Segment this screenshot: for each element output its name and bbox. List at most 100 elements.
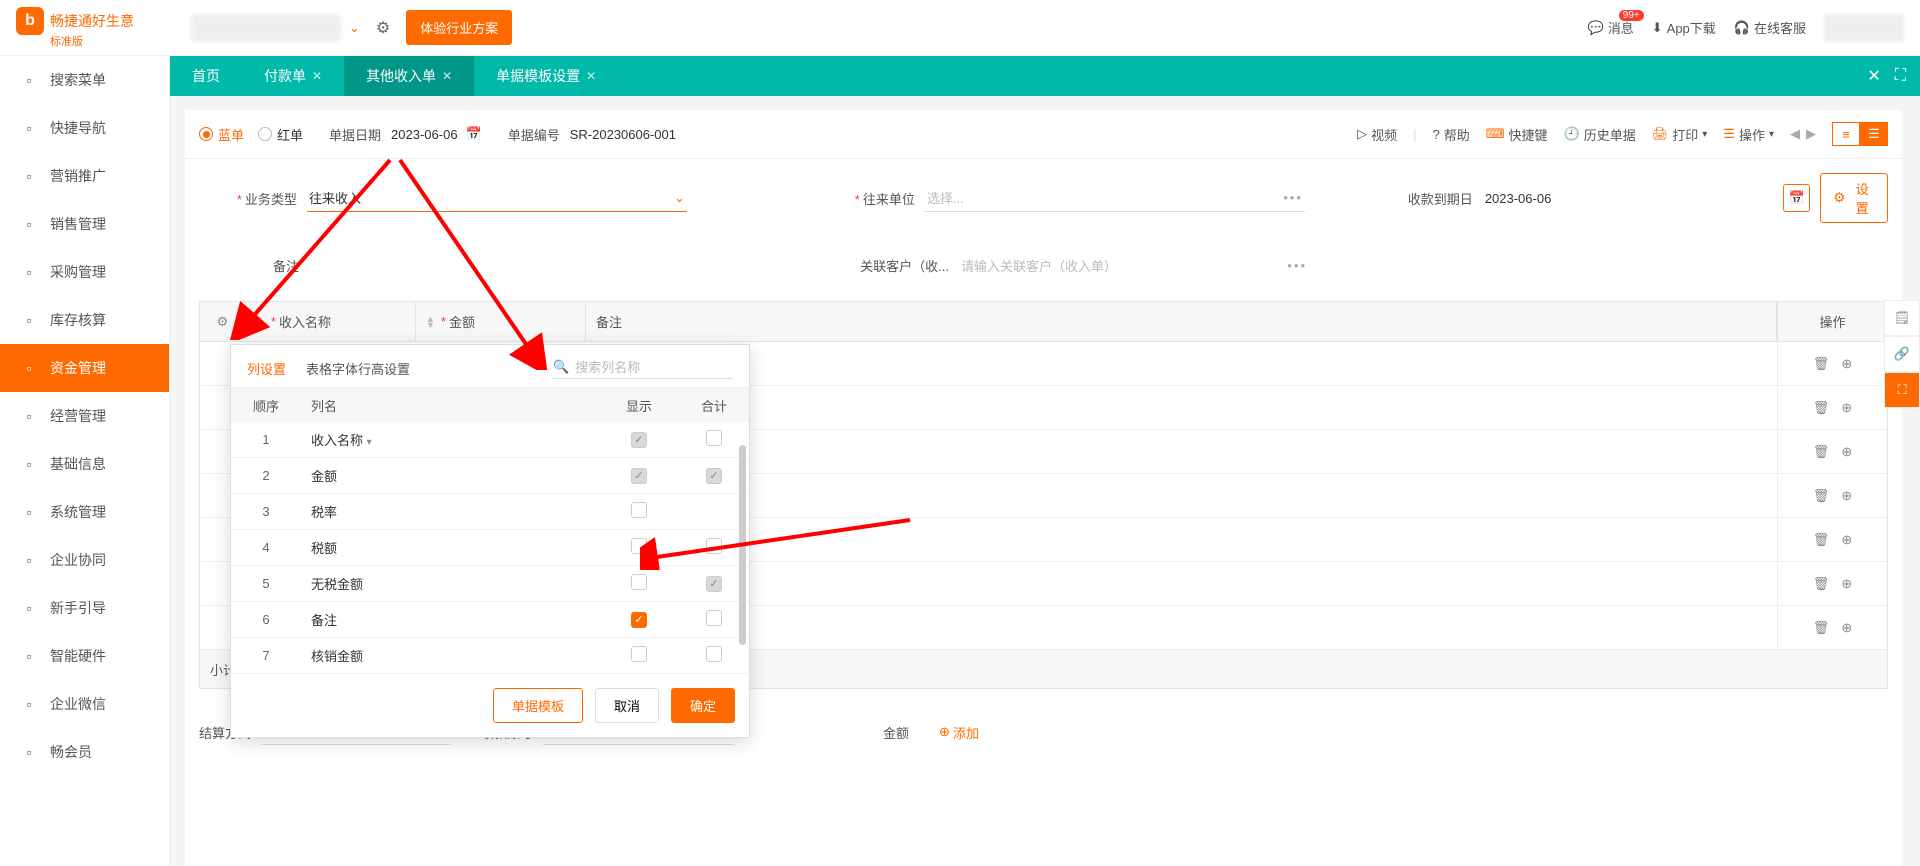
row-sum-checkbox[interactable] [679,646,749,665]
cancel-button[interactable]: 取消 [595,688,659,723]
sidebar-item-hardware[interactable]: ▫智能硬件 [0,632,169,680]
bill-date-value[interactable]: 2023-06-06 [391,127,458,142]
column-row[interactable]: 4 税额 [231,530,749,566]
row-show-checkbox[interactable] [599,574,679,593]
note-icon[interactable]: 🗒 [1884,300,1920,336]
party-select[interactable]: 选择... ••• [925,184,1305,212]
sidebar-item-guide[interactable]: ▫新手引导 [0,584,169,632]
grid-gear-button[interactable]: ⚙ [200,302,246,341]
sidebar-item-info[interactable]: ▫基础信息 [0,440,169,488]
chevron-down-icon[interactable]: ⌄ [349,20,360,36]
template-button[interactable]: 单据模板 [493,688,583,723]
col-income-name[interactable]: ▲▼*收入名称 [246,302,416,341]
ok-button[interactable]: 确定 [671,688,735,723]
settings-button[interactable]: ⚙设置 [1820,173,1888,223]
history-link[interactable]: 🕘历史单据 [1564,125,1636,144]
tab[interactable]: 单据模板设置✕ [474,56,618,96]
tab[interactable]: 首页 [170,56,242,96]
user-avatar[interactable] [1824,14,1904,42]
popup-scrollbar[interactable] [739,445,746,645]
sidebar-item-system[interactable]: ▫系统管理 [0,488,169,536]
experience-button[interactable]: 体验行业方案 [406,10,512,45]
view-detail[interactable]: ☰ [1860,122,1888,146]
column-row[interactable]: 1 收入名称 ▾ ✓ [231,422,749,458]
add-row-icon[interactable]: ⊕ [1841,488,1852,504]
view-list[interactable]: ≡ [1832,122,1860,146]
delete-icon[interactable]: 🗑 [1813,488,1830,504]
close-icon[interactable]: ✕ [442,69,452,83]
column-row[interactable]: 2 金额 ✓ ✓ [231,458,749,494]
sidebar-item-home[interactable]: ▫快捷导航 [0,104,169,152]
delete-icon[interactable]: 🗑 [1813,400,1830,416]
row-show-checkbox[interactable]: ✓ [599,467,679,484]
delete-icon[interactable]: 🗑 [1813,356,1830,372]
add-payment-button[interactable]: ⊕添加 [939,723,979,742]
next-icon[interactable]: ▶ [1806,126,1816,142]
expand-icon[interactable]: ⛶ [1884,372,1920,408]
prev-icon[interactable]: ◀ [1790,126,1800,142]
message-link[interactable]: 💬 消息 99+ [1588,18,1634,37]
link-icon[interactable]: 🔗 [1884,336,1920,372]
print-link[interactable]: 🖨打印▾ [1652,125,1708,144]
add-row-icon[interactable]: ⊕ [1841,356,1852,372]
shortcut-link[interactable]: ⌨快捷键 [1486,125,1548,144]
row-show-checkbox[interactable]: ✓ [599,431,679,448]
sidebar-item-member[interactable]: ▫畅会员 [0,728,169,776]
add-row-icon[interactable]: ⊕ [1841,576,1852,592]
radio-red[interactable]: 红单 [258,125,303,144]
calendar-button[interactable]: 📅 [1783,184,1810,212]
chevron-down-icon[interactable]: ▾ [367,437,372,448]
sidebar-item-search[interactable]: ▫搜索菜单 [0,56,169,104]
row-show-checkbox[interactable] [599,646,679,665]
sidebar-item-money[interactable]: ▫资金管理 [0,344,169,392]
sidebar-item-gift[interactable]: ▫营销推广 [0,152,169,200]
guide-icon: ▫ [20,599,38,617]
column-row[interactable]: 7 核销金额 [231,638,749,674]
add-row-icon[interactable]: ⊕ [1841,532,1852,548]
row-show-checkbox[interactable] [599,502,679,521]
operate-link[interactable]: ☰操作▾ [1723,125,1774,144]
column-search-input[interactable]: 🔍 搜索列名称 [553,357,733,379]
sidebar-item-manage[interactable]: ▫经营管理 [0,392,169,440]
biz-type-select[interactable]: 往来收入 ⌄ [307,184,687,212]
delete-icon[interactable]: 🗑 [1813,532,1830,548]
fullscreen-icon[interactable]: ⛶ [1895,67,1906,85]
column-row[interactable]: 3 税率 [231,494,749,530]
radio-blue[interactable]: 蓝单 [199,125,244,144]
calendar-icon[interactable]: 📅 [466,126,482,142]
sidebar-item-cart[interactable]: ▫采购管理 [0,248,169,296]
col-remark[interactable]: 备注 [586,302,1777,341]
gear-icon[interactable]: ⚙ [376,18,390,38]
sidebar-item-collab[interactable]: ▫企业协同 [0,536,169,584]
add-row-icon[interactable]: ⊕ [1841,400,1852,416]
delete-icon[interactable]: 🗑 [1813,444,1830,460]
column-row[interactable]: 6 备注 ✓ [231,602,749,638]
sidebar-item-stock[interactable]: ▫库存核算 [0,296,169,344]
app-download-link[interactable]: ⬇ App下载 [1652,18,1716,37]
tab[interactable]: 其他收入单✕ [344,56,474,96]
help-link[interactable]: ?帮助 [1433,125,1470,144]
col-amount[interactable]: ▲▼*金额 [416,302,586,341]
sidebar-item-wechat[interactable]: ▫企业微信 [0,680,169,728]
row-show-checkbox[interactable] [599,538,679,557]
tab-font-settings[interactable]: 表格字体行高设置 [306,359,410,378]
org-selector[interactable] [191,14,341,42]
add-row-icon[interactable]: ⊕ [1841,620,1852,636]
close-icon[interactable]: ✕ [586,69,596,83]
close-icon[interactable]: ✕ [312,69,322,83]
sidebar: ▫搜索菜单▫快捷导航▫营销推广▫销售管理▫采购管理▫库存核算▫资金管理▫经营管理… [0,56,170,866]
tab[interactable]: 付款单✕ [242,56,344,96]
row-show-checkbox[interactable]: ✓ [599,611,679,628]
add-row-icon[interactable]: ⊕ [1841,444,1852,460]
sidebar-item-sale[interactable]: ▫销售管理 [0,200,169,248]
remark-input[interactable] [309,251,689,279]
customer-input[interactable]: 请输入关联客户（收入单） ••• [959,251,1309,279]
close-all-icon[interactable]: ✕ [1867,66,1880,86]
video-link[interactable]: ▷视频 [1357,125,1397,144]
delete-icon[interactable]: 🗑 [1813,576,1830,592]
due-date-input[interactable]: 2023-06-06 [1483,184,1763,212]
online-service-link[interactable]: 🎧 在线客服 [1734,18,1806,37]
delete-icon[interactable]: 🗑 [1813,620,1830,636]
tab-column-settings[interactable]: 列设置 [247,359,286,378]
column-row[interactable]: 5 无税金额 ✓ [231,566,749,602]
